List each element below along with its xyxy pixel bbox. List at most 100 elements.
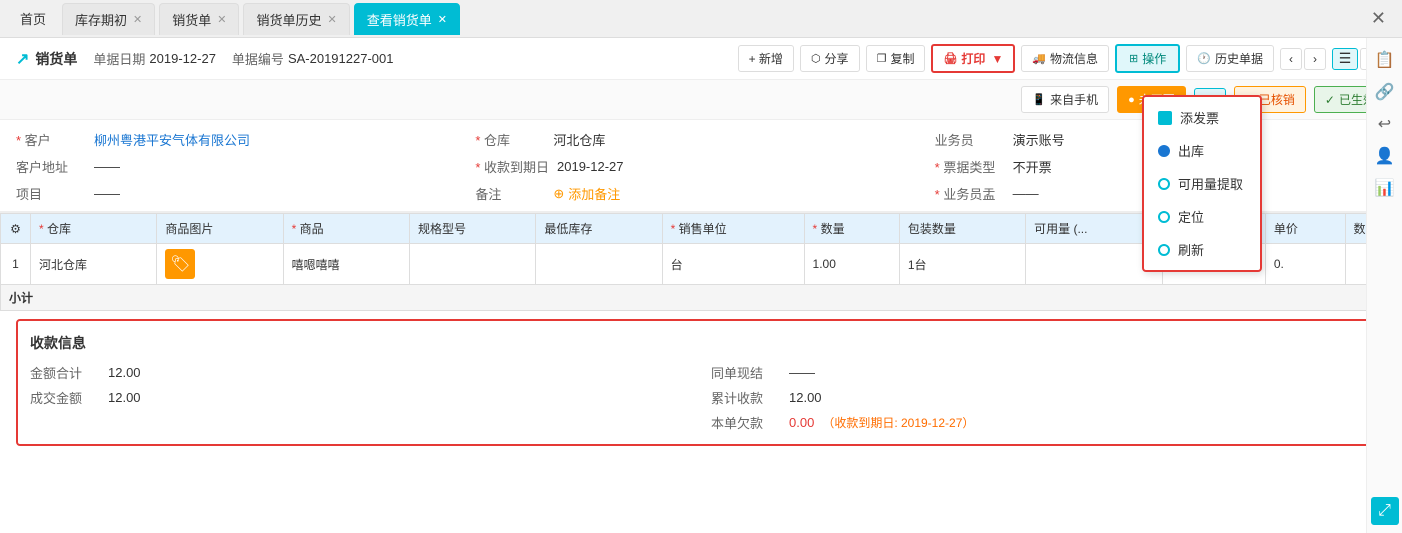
- address-section: 客户地址 ——: [16, 157, 467, 176]
- available-pickup-icon: [1158, 178, 1170, 190]
- warehouse-section: 仓库 河北仓库: [475, 130, 926, 149]
- right-sidebar: 📋 🔗 ↩ 👤 📊 ⤢: [1366, 38, 1402, 533]
- menu-outbound[interactable]: 出库: [1144, 134, 1260, 167]
- payment-info-grid: 金额合计 12.00 成交金额 12.00 同单现结 —— 累计收款 12.00: [30, 363, 1372, 432]
- col-unit-price: 单价: [1265, 214, 1345, 244]
- view-list-button[interactable]: ☰: [1332, 48, 1358, 70]
- from-phone-button[interactable]: 📱 来自手机: [1021, 86, 1109, 113]
- logistics-icon: 🚚: [1032, 52, 1046, 65]
- tab-sales-history[interactable]: 销货单历史 ✕: [243, 3, 349, 35]
- prev-arrow[interactable]: ‹: [1280, 48, 1302, 70]
- customer-label: 客户: [16, 130, 86, 149]
- print-icon: 🖨: [943, 52, 957, 65]
- sidebar-icon-expand[interactable]: ⤢: [1371, 497, 1399, 525]
- payment-date-section: 收款到期日 2019-12-27: [475, 157, 926, 176]
- plus-icon: ⊕: [553, 186, 564, 202]
- cumulative-row: 累计收款 12.00: [711, 388, 1372, 407]
- doc-title: ↗ 销货单: [16, 49, 77, 69]
- close-tab-sales-history[interactable]: ✕: [328, 13, 337, 26]
- next-arrow[interactable]: ›: [1304, 48, 1326, 70]
- logistics-button[interactable]: 🚚 物流信息: [1021, 45, 1109, 72]
- outstanding-note: （收款到期日: 2019-12-27）: [822, 414, 974, 431]
- share-icon: ⬡: [811, 52, 821, 65]
- staff-label: 业务员: [935, 130, 1005, 149]
- close-tab-inventory-init[interactable]: ✕: [133, 13, 142, 26]
- tab-home[interactable]: 首页: [8, 3, 58, 34]
- product-image: 🏷: [165, 249, 195, 279]
- tab-sales-order[interactable]: 销货单 ✕: [159, 3, 239, 35]
- payment-info-title: 收款信息: [30, 333, 1372, 353]
- dropdown-menu: 添发票 出库 可用量提取 定位 刷新: [1142, 95, 1262, 272]
- staff2-label: 业务员盂: [935, 184, 1005, 203]
- col-product: 商品: [283, 214, 409, 244]
- add-note-button[interactable]: ⊕ 添加备注: [553, 184, 620, 203]
- ticket-icon: ●: [1128, 94, 1135, 106]
- history-button[interactable]: 🕐 历史单据: [1186, 45, 1274, 72]
- sidebar-icon-2[interactable]: ↩: [1371, 110, 1399, 138]
- staff2-value: ——: [1013, 186, 1039, 201]
- row-pack-qty: 1台: [899, 244, 1025, 285]
- doc-date: 单据日期 2019-12-27: [93, 49, 216, 68]
- header-actions: + 新增 ⬡ 分享 ❐ 复制 🖨 打印 ▼ 🚚 物流信息 ⊞ 操作: [738, 44, 1386, 73]
- row-warehouse: 河北仓库: [31, 244, 157, 285]
- tab-bar: 首页 库存期初 ✕ 销货单 ✕ 销货单历史 ✕ 查看销货单 ✕ ✕: [0, 0, 1402, 38]
- row-product: 嘻嗯嘻嘻: [283, 244, 409, 285]
- refresh-icon: [1158, 244, 1170, 256]
- print-button[interactable]: 🖨 打印 ▼: [931, 44, 1015, 73]
- staff-value: 演示账号: [1013, 130, 1065, 149]
- note-label: 备注: [475, 184, 545, 203]
- operate-button[interactable]: ⊞ 操作: [1115, 44, 1180, 73]
- menu-available-pickup[interactable]: 可用量提取: [1144, 167, 1260, 200]
- col-image: 商品图片: [157, 214, 283, 244]
- new-button[interactable]: + 新增: [738, 45, 794, 72]
- row-num: 1: [1, 244, 31, 285]
- menu-refresh[interactable]: 刷新: [1144, 233, 1260, 266]
- document-header: ↗ 销货单 单据日期 2019-12-27 单据编号 SA-20191227-0…: [0, 38, 1402, 80]
- col-unit: 销售单位: [662, 214, 804, 244]
- tab-inventory-init[interactable]: 库存期初 ✕: [62, 3, 155, 35]
- note-section: 备注 ⊕ 添加备注: [475, 184, 926, 203]
- project-label: 项目: [16, 184, 86, 203]
- col-quantity: 数量: [804, 214, 899, 244]
- col-min-stock: 最低库存: [536, 214, 662, 244]
- total-row: 金额合计 12.00: [30, 363, 691, 382]
- ticket-label: 票据类型: [935, 157, 1005, 176]
- tab-view-sales[interactable]: 查看销货单 ✕: [354, 3, 460, 35]
- subtotal-label: 小计: [1, 285, 1402, 311]
- col-warehouse: 仓库: [31, 214, 157, 244]
- project-section: 项目 ——: [16, 184, 467, 203]
- doc-left: ↗ 销货单 单据日期 2019-12-27 单据编号 SA-20191227-0…: [16, 49, 393, 69]
- menu-locate[interactable]: 定位: [1144, 200, 1260, 233]
- phone-icon: 📱: [1032, 93, 1046, 106]
- sidebar-icon-1[interactable]: 🔗: [1371, 78, 1399, 106]
- transaction-row: 成交金额 12.00: [30, 388, 691, 407]
- same-order-row: 同单现结 ——: [711, 363, 1372, 382]
- project-value: ——: [94, 186, 120, 201]
- subtotal-row: 小计: [1, 285, 1402, 311]
- close-window-button[interactable]: ✕: [1363, 8, 1394, 29]
- doc-number: 单据编号 SA-20191227-001: [232, 49, 394, 68]
- effect-icon: ✓: [1325, 93, 1335, 107]
- menu-add-invoice[interactable]: 添发票: [1144, 101, 1260, 134]
- doc-meta: 单据日期 2019-12-27 单据编号 SA-20191227-001: [93, 49, 393, 68]
- copy-button[interactable]: ❐ 复制: [866, 45, 926, 72]
- payment-info-panel: 收款信息 金额合计 12.00 成交金额 12.00 同单现结 —— 累计收款: [16, 319, 1386, 446]
- address-value: ——: [94, 159, 120, 174]
- row-image: 🏷: [157, 244, 283, 285]
- outstanding-row: 本单欠款 0.00 （收款到期日: 2019-12-27）: [711, 413, 1372, 432]
- doc-type-label: 销货单: [35, 49, 77, 69]
- outbound-icon: [1158, 145, 1170, 157]
- col-settings[interactable]: ⚙: [1, 214, 31, 244]
- print-dropdown-arrow[interactable]: ▼: [991, 52, 1003, 66]
- col-spec: 规格型号: [409, 214, 535, 244]
- sidebar-icon-4[interactable]: 📊: [1371, 174, 1399, 202]
- sidebar-icon-3[interactable]: 👤: [1371, 142, 1399, 170]
- row-quantity: 1.00: [804, 244, 899, 285]
- history-icon: 🕐: [1197, 52, 1211, 65]
- operate-icon: ⊞: [1129, 52, 1138, 65]
- row-min-stock: [536, 244, 662, 285]
- sidebar-icon-0[interactable]: 📋: [1371, 46, 1399, 74]
- close-tab-view-sales[interactable]: ✕: [438, 13, 447, 26]
- share-button[interactable]: ⬡ 分享: [800, 45, 860, 72]
- close-tab-sales-order[interactable]: ✕: [217, 13, 226, 26]
